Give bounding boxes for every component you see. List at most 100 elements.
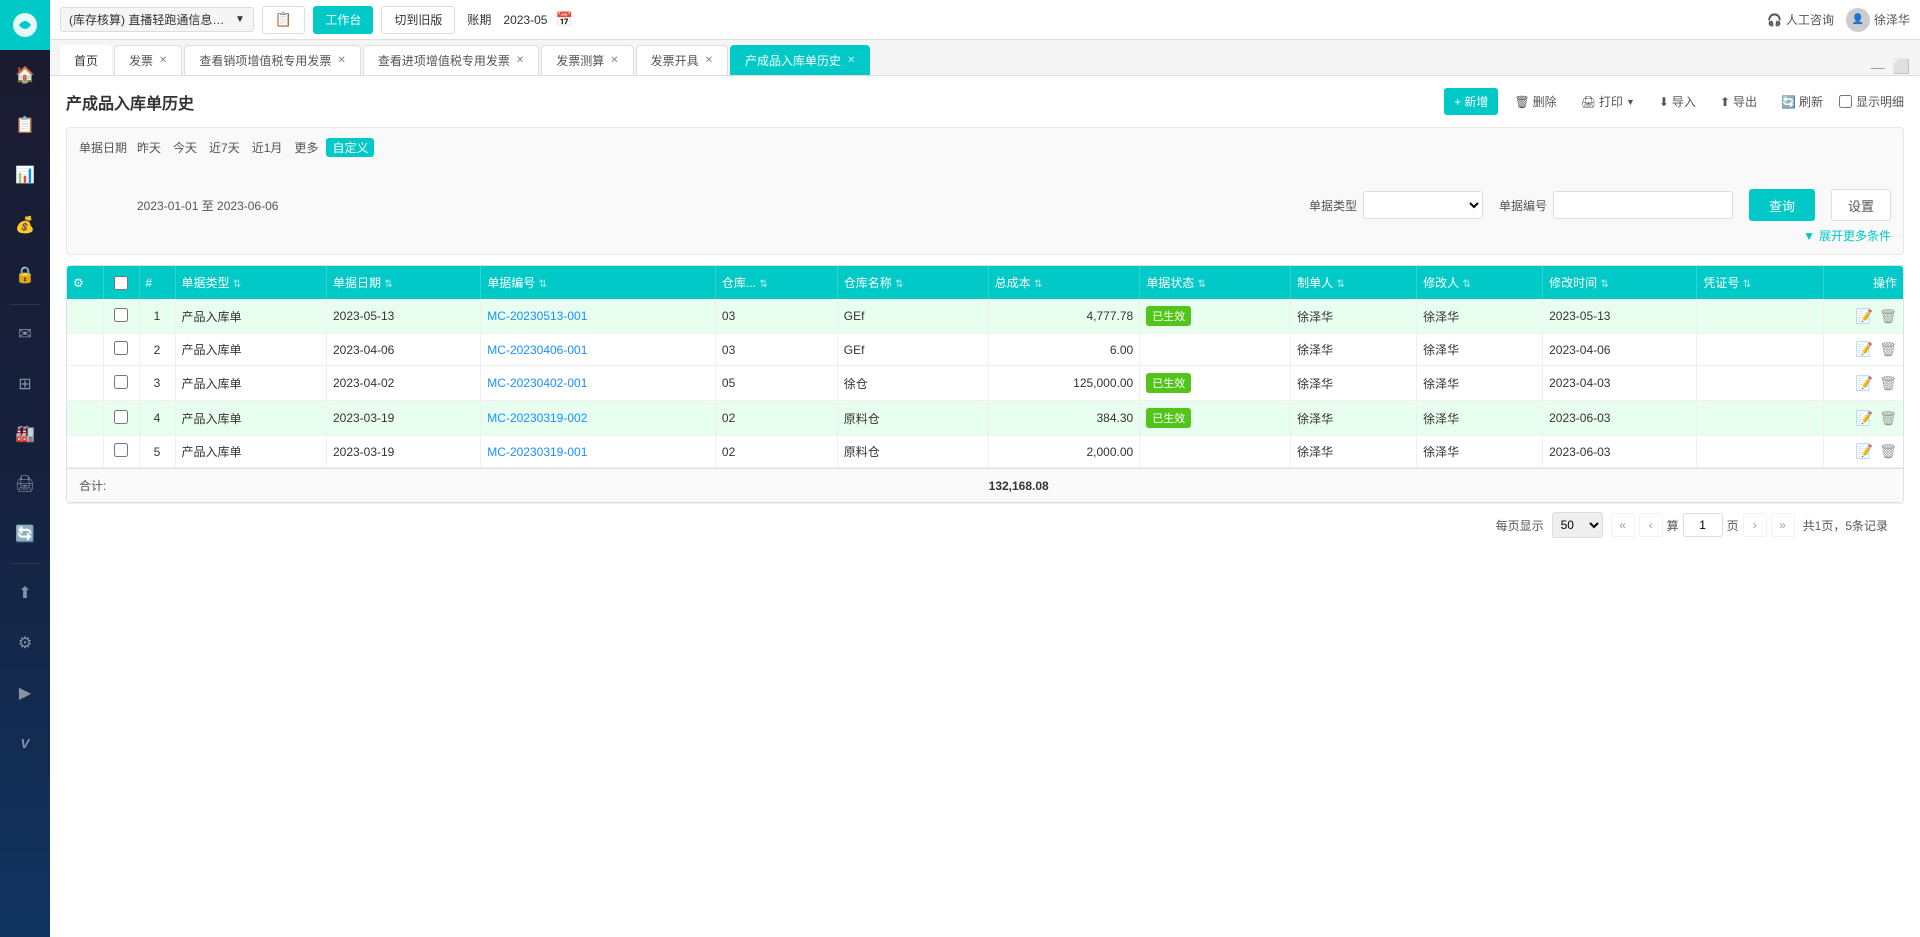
th-modify-time[interactable]: 修改时间 ⇅ [1543, 266, 1697, 299]
th-creator[interactable]: 制单人 ⇅ [1291, 266, 1417, 299]
th-date[interactable]: 单据日期 ⇅ [326, 266, 480, 299]
th-total-cost[interactable]: 总成本 ⇅ [988, 266, 1140, 299]
copy-button[interactable]: 📋 [262, 6, 305, 34]
sidebar-item-home[interactable]: 🏠 [0, 50, 50, 100]
cell-code[interactable]: MC-20230406-001 [481, 334, 716, 366]
row-checkbox[interactable] [114, 341, 128, 355]
trash-icon[interactable]: 🗑 [1879, 375, 1897, 392]
support-button[interactable]: 🎧 人工咨询 [1767, 11, 1834, 28]
tab-product-history-close[interactable]: ✕ [847, 55, 855, 66]
code-link[interactable]: MC-20230319-001 [487, 445, 587, 459]
reset-button[interactable]: 设置 [1831, 189, 1891, 221]
edit-icon[interactable]: 📝 [1856, 375, 1873, 392]
th-settings[interactable]: ⚙ [67, 266, 103, 299]
code-link[interactable]: MC-20230319-002 [487, 411, 587, 425]
th-code[interactable]: 单据编号 ⇅ [481, 266, 716, 299]
sidebar-item-version[interactable]: V [0, 718, 50, 768]
sidebar-item-mail[interactable]: ✉ [0, 309, 50, 359]
th-status[interactable]: 单据状态 ⇅ [1140, 266, 1291, 299]
edit-icon[interactable]: 📝 [1856, 410, 1873, 427]
minimize-icon[interactable]: — [1871, 59, 1885, 75]
sidebar-item-warehouse[interactable]: 🏭 [0, 409, 50, 459]
sidebar-item-doc[interactable]: 📋 [0, 100, 50, 150]
tab-home[interactable]: 首页 [60, 45, 112, 75]
filter-expand-button[interactable]: ▼ 展开更多条件 [1803, 227, 1891, 244]
print-button[interactable]: 🖨 打印 ▼ [1573, 89, 1643, 114]
th-modifier[interactable]: 修改人 ⇅ [1417, 266, 1543, 299]
tab-invoice[interactable]: 发票 ✕ [114, 45, 182, 75]
cell-code[interactable]: MC-20230319-002 [481, 401, 716, 436]
page-input[interactable] [1683, 513, 1723, 537]
row-checkbox[interactable] [114, 410, 128, 424]
app-logo[interactable] [0, 0, 50, 50]
delete-button[interactable]: 🗑 删除 [1506, 89, 1564, 114]
trash-icon[interactable]: 🗑 [1879, 443, 1897, 460]
number-filter-input[interactable] [1553, 191, 1733, 219]
tab-invoice-close[interactable]: ✕ [159, 55, 167, 66]
code-link[interactable]: MC-20230406-001 [487, 343, 587, 357]
next-page-button[interactable]: › [1743, 513, 1767, 537]
workbench-button[interactable]: 工作台 [313, 6, 373, 34]
tab-product-history[interactable]: 产成品入库单历史 ✕ [730, 45, 870, 75]
btn-yesterday[interactable]: 昨天 [133, 138, 165, 157]
btn-1month[interactable]: 近1月 [248, 138, 287, 157]
refresh-button[interactable]: 🔄 刷新 [1773, 89, 1831, 114]
th-voucher[interactable]: 凭证号 ⇅ [1697, 266, 1823, 299]
per-page-select[interactable]: 50 20 100 [1552, 512, 1603, 538]
trash-icon[interactable]: 🗑 [1879, 410, 1897, 427]
trash-icon[interactable]: 🗑 [1879, 341, 1897, 358]
select-all-checkbox[interactable] [114, 276, 128, 290]
sidebar-item-upload[interactable]: ⬆ [0, 568, 50, 618]
tab-calc-close[interactable]: ✕ [610, 55, 618, 66]
last-page-button[interactable]: » [1771, 513, 1795, 537]
user-menu[interactable]: 👤 徐泽华 [1846, 8, 1910, 32]
tab-invoice-open[interactable]: 发票开具 ✕ [636, 45, 728, 75]
code-link[interactable]: MC-20230402-001 [487, 376, 587, 390]
trash-icon[interactable]: 🗑 [1879, 308, 1897, 325]
maximize-icon[interactable]: ⬜ [1893, 58, 1910, 75]
sidebar-item-grid[interactable]: ⊞ [0, 359, 50, 409]
new-button[interactable]: + 新增 [1444, 88, 1498, 115]
row-checkbox[interactable] [114, 443, 128, 457]
th-warehouse-name[interactable]: 仓库名称 ⇅ [837, 266, 988, 299]
display-cols-checkbox[interactable] [1839, 95, 1852, 108]
tab-sales-vat-close[interactable]: ✕ [337, 55, 345, 66]
prev-page-button[interactable]: ‹ [1639, 513, 1663, 537]
cell-code[interactable]: MC-20230402-001 [481, 366, 716, 401]
tab-calc[interactable]: 发票测算 ✕ [541, 45, 633, 75]
code-link[interactable]: MC-20230513-001 [487, 309, 587, 323]
tab-invoice-open-close[interactable]: ✕ [705, 55, 713, 66]
query-button[interactable]: 查询 [1749, 189, 1815, 221]
tab-purchase-vat-close[interactable]: ✕ [516, 55, 524, 66]
btn-custom[interactable]: 自定义 [326, 138, 374, 157]
row-checkbox[interactable] [114, 375, 128, 389]
tab-purchase-vat[interactable]: 查看进项增值税专用发票 ✕ [363, 45, 539, 75]
type-filter-select[interactable] [1363, 191, 1483, 219]
sidebar-item-refresh[interactable]: 🔄 [0, 509, 50, 559]
tab-sales-vat[interactable]: 查看销项增值税专用发票 ✕ [184, 45, 360, 75]
edit-icon[interactable]: 📝 [1856, 443, 1873, 460]
edit-icon[interactable]: 📝 [1856, 308, 1873, 325]
company-selector[interactable]: (库存核算) 直播轻跑通信息技术股份... ▼ [60, 7, 254, 32]
cell-code[interactable]: MC-20230513-001 [481, 299, 716, 334]
cell-code[interactable]: MC-20230319-001 [481, 436, 716, 468]
th-checkbox[interactable] [103, 266, 139, 299]
first-page-button[interactable]: « [1611, 513, 1635, 537]
th-type[interactable]: 单据类型 ⇅ [175, 266, 326, 299]
sidebar-item-lock[interactable]: 🔒 [0, 250, 50, 300]
sidebar-item-money[interactable]: 💰 [0, 200, 50, 250]
btn-more[interactable]: 更多 [290, 138, 322, 157]
btn-7days[interactable]: 近7天 [205, 138, 244, 157]
import-button[interactable]: ⬇ 导入 [1651, 89, 1704, 114]
sidebar-item-play[interactable]: ▶ [0, 668, 50, 718]
btn-today[interactable]: 今天 [169, 138, 201, 157]
sidebar-item-chart[interactable]: 📊 [0, 150, 50, 200]
export-button[interactable]: ⬆ 导出 [1712, 89, 1765, 114]
th-warehouse-code[interactable]: 仓库... ⇅ [715, 266, 837, 299]
row-checkbox[interactable] [114, 308, 128, 322]
sidebar-item-stamp[interactable]: 🖨 [0, 459, 50, 509]
calendar-icon[interactable]: 📅 [555, 11, 572, 28]
sidebar-item-settings[interactable]: ⚙ [0, 618, 50, 668]
edit-icon[interactable]: 📝 [1856, 341, 1873, 358]
switch-version-button[interactable]: 切到旧版 [381, 6, 455, 34]
